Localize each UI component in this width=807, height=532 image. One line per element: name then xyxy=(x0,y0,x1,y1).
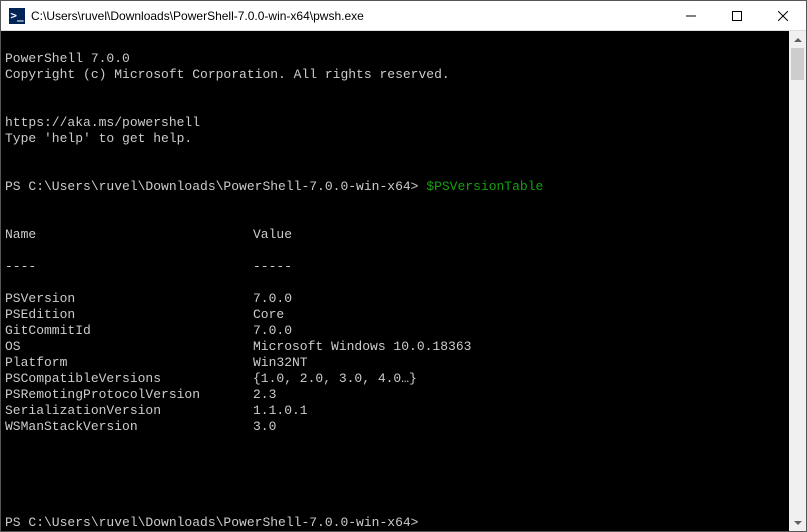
col-div-value: ----- xyxy=(253,259,292,275)
banner-line: https://aka.ms/powershell xyxy=(5,115,200,130)
window-title: C:\Users\ruvel\Downloads\PowerShell-7.0.… xyxy=(31,9,364,23)
col-div-name: ---- xyxy=(5,259,253,275)
col-header-name: Name xyxy=(5,227,253,243)
minimize-icon xyxy=(686,11,696,21)
cell-value: 1.1.0.1 xyxy=(253,403,308,419)
titlebar[interactable]: >_ C:\Users\ruvel\Downloads\PowerShell-7… xyxy=(1,1,806,31)
table-row: PSEditionCore xyxy=(5,307,785,323)
blank-line xyxy=(5,483,785,499)
cell-name: GitCommitId xyxy=(5,323,253,339)
maximize-button[interactable] xyxy=(714,1,760,31)
table-row: PSRemotingProtocolVersion2.3 xyxy=(5,387,785,403)
col-header-value: Value xyxy=(253,227,292,243)
scroll-up-button[interactable] xyxy=(789,31,806,48)
table-row: PSVersion7.0.0 xyxy=(5,291,785,307)
cell-value: 3.0 xyxy=(253,419,276,435)
cell-name: PSVersion xyxy=(5,291,253,307)
scroll-thumb[interactable] xyxy=(791,48,804,80)
prompt-line: PS C:\Users\ruvel\Downloads\PowerShell-7… xyxy=(5,179,543,194)
scroll-down-button[interactable] xyxy=(789,514,806,531)
cell-value: Microsoft Windows 10.0.18363 xyxy=(253,339,471,355)
cell-name: PSRemotingProtocolVersion xyxy=(5,387,253,403)
banner-line: Type 'help' to get help. xyxy=(5,131,192,146)
cell-name: PSCompatibleVersions xyxy=(5,371,253,387)
prompt-prefix: PS C:\Users\ruvel\Downloads\PowerShell-7… xyxy=(5,179,426,194)
maximize-icon xyxy=(732,11,742,21)
table-divider: --------- xyxy=(5,259,785,275)
cell-name: PSEdition xyxy=(5,307,253,323)
table-row: GitCommitId7.0.0 xyxy=(5,323,785,339)
cell-name: Platform xyxy=(5,355,253,371)
table-row: PlatformWin32NT xyxy=(5,355,785,371)
cell-value: Win32NT xyxy=(253,355,308,371)
table-row: SerializationVersion1.1.0.1 xyxy=(5,403,785,419)
cell-value: 2.3 xyxy=(253,387,276,403)
powershell-icon: >_ xyxy=(9,8,25,24)
table-header: NameValue xyxy=(5,227,785,243)
prompt-line: PS C:\Users\ruvel\Downloads\PowerShell-7… xyxy=(5,515,433,530)
close-icon xyxy=(778,11,788,21)
cell-name: SerializationVersion xyxy=(5,403,253,419)
cell-value: Core xyxy=(253,307,284,323)
cell-name: WSManStackVersion xyxy=(5,419,253,435)
banner-line: Copyright (c) Microsoft Corporation. All… xyxy=(5,67,450,82)
powershell-icon-glyph: >_ xyxy=(10,10,23,21)
scroll-track[interactable] xyxy=(789,48,806,514)
cell-value: 7.0.0 xyxy=(253,291,292,307)
table-row: OSMicrosoft Windows 10.0.18363 xyxy=(5,339,785,355)
prompt-command: $PSVersionTable xyxy=(426,179,543,194)
cell-value: {1.0, 2.0, 3.0, 4.0…} xyxy=(253,371,417,387)
minimize-button[interactable] xyxy=(668,1,714,31)
banner-line: PowerShell 7.0.0 xyxy=(5,51,130,66)
blank-line xyxy=(5,451,785,467)
cell-value: 7.0.0 xyxy=(253,323,292,339)
terminal-container: PowerShell 7.0.0 Copyright (c) Microsoft… xyxy=(1,31,806,531)
blank-line xyxy=(5,83,785,99)
blank-line xyxy=(5,195,785,211)
table-row: WSManStackVersion3.0 xyxy=(5,419,785,435)
vertical-scrollbar[interactable] xyxy=(789,31,806,531)
terminal-output[interactable]: PowerShell 7.0.0 Copyright (c) Microsoft… xyxy=(1,31,789,531)
chevron-down-icon xyxy=(794,519,802,527)
table-body: PSVersion7.0.0PSEditionCoreGitCommitId7.… xyxy=(5,291,785,435)
table-row: PSCompatibleVersions{1.0, 2.0, 3.0, 4.0…… xyxy=(5,371,785,387)
prompt-prefix: PS C:\Users\ruvel\Downloads\PowerShell-7… xyxy=(5,515,426,530)
chevron-up-icon xyxy=(794,36,802,44)
blank-line xyxy=(5,147,785,163)
close-button[interactable] xyxy=(760,1,806,31)
cell-name: OS xyxy=(5,339,253,355)
